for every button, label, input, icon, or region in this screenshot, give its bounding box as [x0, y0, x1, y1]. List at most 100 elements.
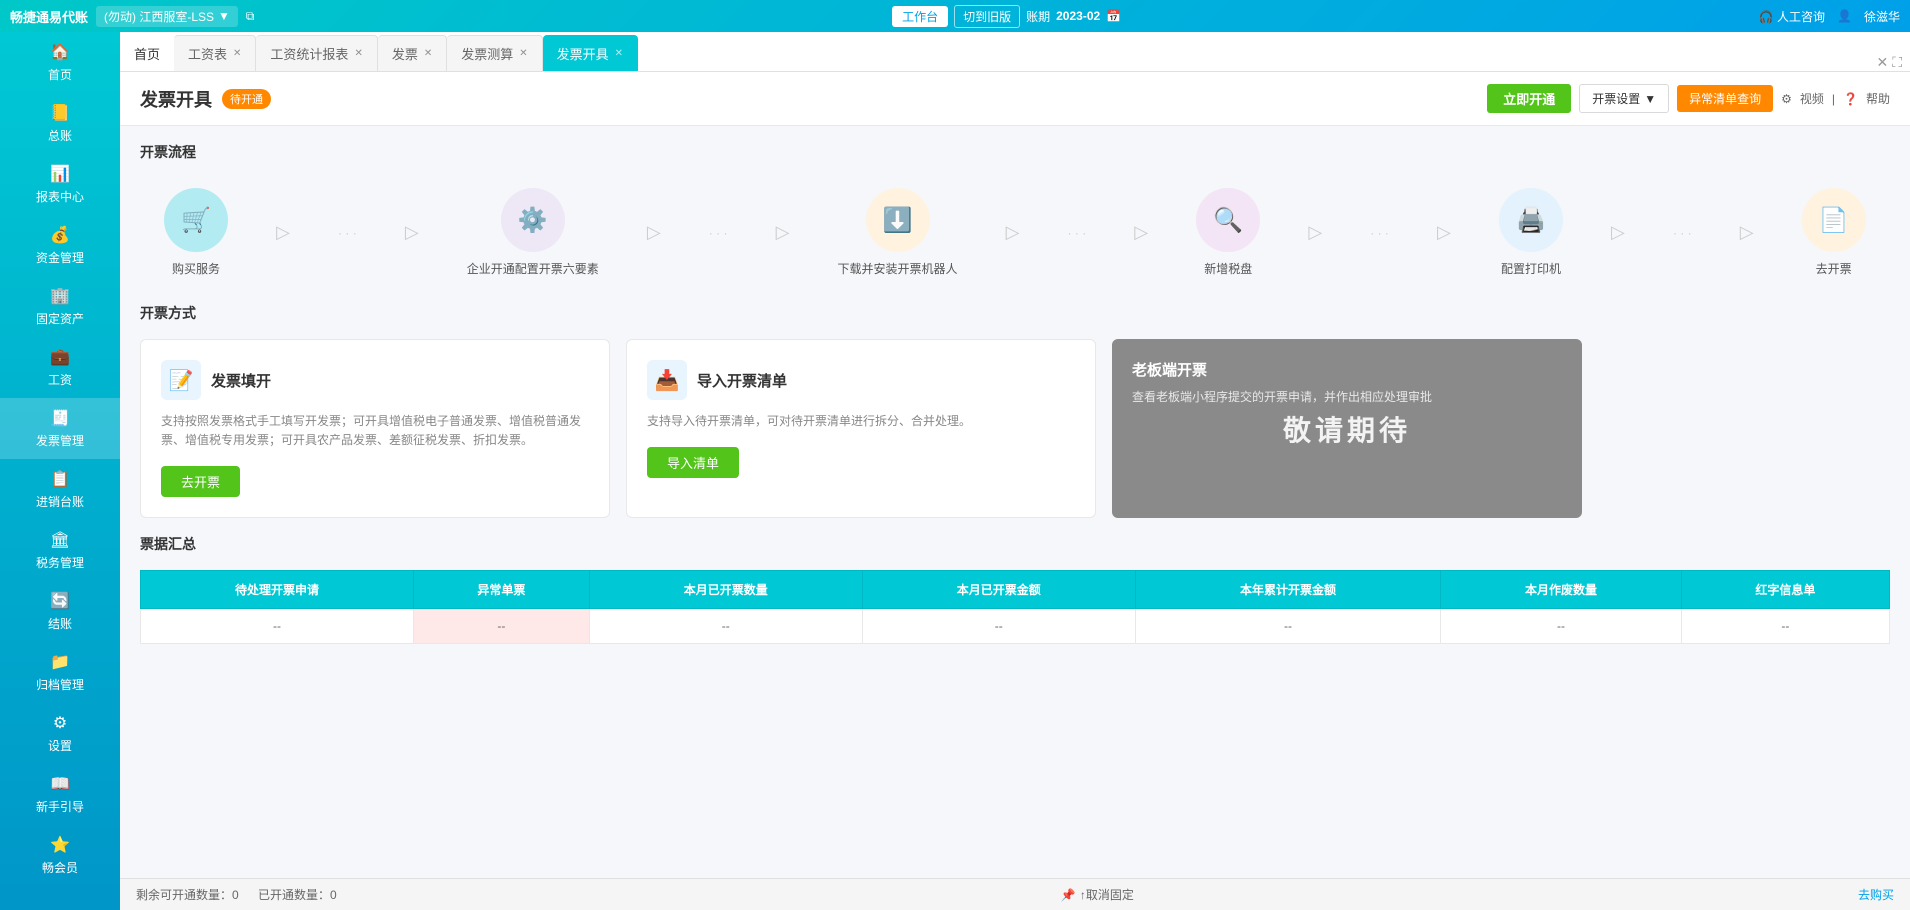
sidebar-item-home[interactable]: 🏠首页	[0, 32, 120, 93]
flow-arrow-4: ▷	[1308, 222, 1322, 243]
tab-invoice-list[interactable]: 发票✕	[378, 35, 447, 71]
method-card-title-manual-fill: 发票填开	[211, 370, 271, 391]
sidebar-item-funds[interactable]: 💰资金管理	[0, 215, 120, 276]
summary-section: 票据汇总 待处理开票申请异常单票本月已开票数量本月已开票金额本年累计开票金额本月…	[120, 534, 1910, 660]
flow-step-icon-buy-service: 🛒	[181, 206, 211, 235]
flow-step-icon-enterprise-config: ⚙️	[518, 206, 548, 235]
flow-step-add-taxbox[interactable]: 🔍 新增税盘	[1196, 188, 1260, 277]
method-card-header-manual-fill: 📝 发票填开	[161, 360, 589, 400]
method-card-boss-invoice: 老板端开票 查看老板端小程序提交的开票申请，并作出相应处理审批 敬请期待	[1112, 339, 1582, 518]
assets-icon: 🏢	[50, 286, 70, 306]
sidebar-label-reports: 报表中心	[36, 188, 84, 205]
method-card-desc-import-list: 支持导入待开票清单，可对待开票清单进行拆分、合并处理。	[647, 412, 1075, 431]
sidebar-item-reports[interactable]: 📊报表中心	[0, 154, 120, 215]
tab-close-salary-stats[interactable]: ✕	[354, 48, 362, 59]
expand-button[interactable]: ⛶	[1892, 54, 1902, 71]
old-version-button[interactable]: 切到旧版	[954, 5, 1020, 28]
pin-icon: 📌	[1061, 888, 1076, 902]
sidebar-label-archive: 归档管理	[36, 676, 84, 693]
bottom-bar-left: 剩余可开通数量：0 已开通数量：0	[136, 886, 337, 903]
tab-close-salary-table[interactable]: ✕	[233, 48, 241, 59]
top-bar-center: 工作台 切到旧版 账期 2023-02 📅	[892, 5, 1121, 28]
tab-invoice-open[interactable]: 发票开具✕	[543, 35, 638, 71]
tab-close-invoice-list[interactable]: ✕	[424, 48, 432, 59]
summary-cell-2: --	[589, 609, 862, 644]
flow-step-circle-enterprise-config: ⚙️	[501, 188, 565, 252]
remaining-count: 剩余可开通数量：0	[136, 888, 239, 902]
sidebar-label-assets: 固定资产	[36, 310, 84, 327]
flow-step-issue-invoice[interactable]: 📄 去开票	[1802, 188, 1866, 277]
consult-button[interactable]: 🎧 人工咨询	[1759, 8, 1825, 25]
sidebar-item-guide[interactable]: 📖新手引导	[0, 764, 120, 825]
method-card-btn-import-list[interactable]: 导入清单	[647, 447, 739, 478]
flow-arrow2-4: ▷	[1437, 222, 1451, 243]
tab-label-salary-stats: 工资统计报表	[270, 44, 348, 63]
sidebar-item-assets[interactable]: 🏢 固定资产	[0, 276, 120, 337]
chevron-down-icon: ▼	[1644, 92, 1656, 106]
sidebar-item-settle[interactable]: 🔄结账	[0, 581, 120, 642]
settle-icon: 🔄	[50, 591, 70, 611]
app-logo: 畅捷通易代账	[10, 7, 88, 26]
salary-icon: 💼	[50, 347, 70, 367]
summary-cell-3: --	[862, 609, 1135, 644]
purchase-link[interactable]: 去购买	[1858, 886, 1894, 903]
method-card-btn-manual-fill[interactable]: 去开票	[161, 466, 240, 497]
sidebar-item-member[interactable]: ⭐畅会员	[0, 825, 120, 886]
summary-cell-1: --	[414, 609, 590, 644]
flow-step-label-add-taxbox: 新增税盘	[1204, 260, 1252, 277]
calendar-icon[interactable]: 📅	[1106, 9, 1121, 23]
sidebar-item-archive[interactable]: 📁 归档管理	[0, 642, 120, 703]
user-name[interactable]: 徐滋华	[1864, 8, 1900, 25]
page-title-area: 发票开具 待开通	[140, 86, 271, 112]
method-section-title: 开票方式	[140, 303, 1890, 323]
help-label[interactable]: 帮助	[1866, 90, 1890, 107]
tab-home[interactable]: 首页	[120, 35, 174, 71]
workbench-button[interactable]: 工作台	[892, 6, 948, 27]
tab-close-invoice-open[interactable]: ✕	[615, 48, 623, 59]
top-bar-left: 畅捷通易代账 (勿动) 江西服室-LSS ▼ ⧉	[10, 6, 255, 27]
flow-step-config-printer[interactable]: 🖨️ 配置打印机	[1499, 188, 1563, 277]
bottom-bar: 剩余可开通数量：0 已开通数量：0 📌 ↑取消固定 去购买	[120, 878, 1910, 910]
sidebar-item-ledger[interactable]: 📒总账	[0, 93, 120, 154]
help-icon: ❓	[1843, 92, 1858, 106]
tab-salary-stats[interactable]: 工资统计报表 ✕	[256, 35, 377, 71]
flow-step-icon-config-printer: 🖨️	[1516, 206, 1546, 235]
flow-step-enterprise-config[interactable]: ⚙️ 企业开通配置开票六要素	[467, 188, 599, 277]
tab-salary-table[interactable]: 工资表✕	[174, 35, 256, 71]
flow-section-title: 开票流程	[140, 142, 1890, 162]
summary-table: 待处理开票申请异常单票本月已开票数量本月已开票金额本年累计开票金额本月作废数量红…	[140, 570, 1890, 644]
flow-step-circle-buy-service: 🛒	[164, 188, 228, 252]
sidebar-item-tax[interactable]: 🏛税务管理	[0, 520, 120, 581]
copy-icon: ⧉	[246, 9, 255, 24]
opened-count: 已开通数量：0	[258, 888, 337, 902]
abnormal-query-button[interactable]: 异常清单查询	[1677, 85, 1773, 112]
sidebar-item-settings[interactable]: ⚙设置	[0, 703, 120, 764]
view-help-area: ⚙ 视频 | ❓ 帮助	[1781, 90, 1890, 107]
flow-arrow-2: ▷	[647, 222, 661, 243]
sidebar-item-salary[interactable]: 💼工资	[0, 337, 120, 398]
summary-section-title: 票据汇总	[140, 534, 1890, 554]
settings-button[interactable]: 开票设置 ▼	[1579, 84, 1669, 113]
flow-arrow2-2: ▷	[776, 222, 790, 243]
view-label[interactable]: 视频	[1800, 90, 1824, 107]
flow-step-download-robot[interactable]: ⬇️ 下载并安装开票机器人	[838, 188, 958, 277]
flow-arrow2-1: ▷	[405, 222, 419, 243]
tab-invoice-calc[interactable]: 发票测算✕	[447, 35, 542, 71]
flow-step-buy-service[interactable]: 🛒 购买服务	[164, 188, 228, 277]
archive-icon: 📁	[50, 652, 70, 672]
flow-step-label-config-printer: 配置打印机	[1501, 260, 1561, 277]
immediate-open-button[interactable]: 立即开通	[1487, 84, 1571, 113]
flow-step-circle-config-printer: 🖨️	[1499, 188, 1563, 252]
sidebar-item-purchase[interactable]: 📋进销台账	[0, 459, 120, 520]
flow-dots-5: · · ·	[1673, 226, 1692, 240]
settings-icon: ⚙	[53, 713, 67, 733]
flow-dots-2: · · ·	[709, 226, 728, 240]
flow-arrow2-3: ▷	[1134, 222, 1148, 243]
company-selector[interactable]: (勿动) 江西服室-LSS ▼	[96, 6, 238, 27]
close-tab-button[interactable]: ✕	[1876, 54, 1888, 71]
tab-close-invoice-calc[interactable]: ✕	[519, 48, 527, 59]
pin-button[interactable]: 📌 ↑取消固定	[1061, 886, 1134, 903]
content-area: 首页工资表✕工资统计报表✕发票✕发票测算✕发票开具✕ ✕ ⛶ 发票开具 待开通 …	[120, 32, 1910, 910]
sidebar-item-invoice[interactable]: 🧾发票管理	[0, 398, 120, 459]
method-card-desc-manual-fill: 支持按照发票格式手工填写开发票；可开具增值税电子普通发票、增值税普通发票、增值税…	[161, 412, 589, 450]
